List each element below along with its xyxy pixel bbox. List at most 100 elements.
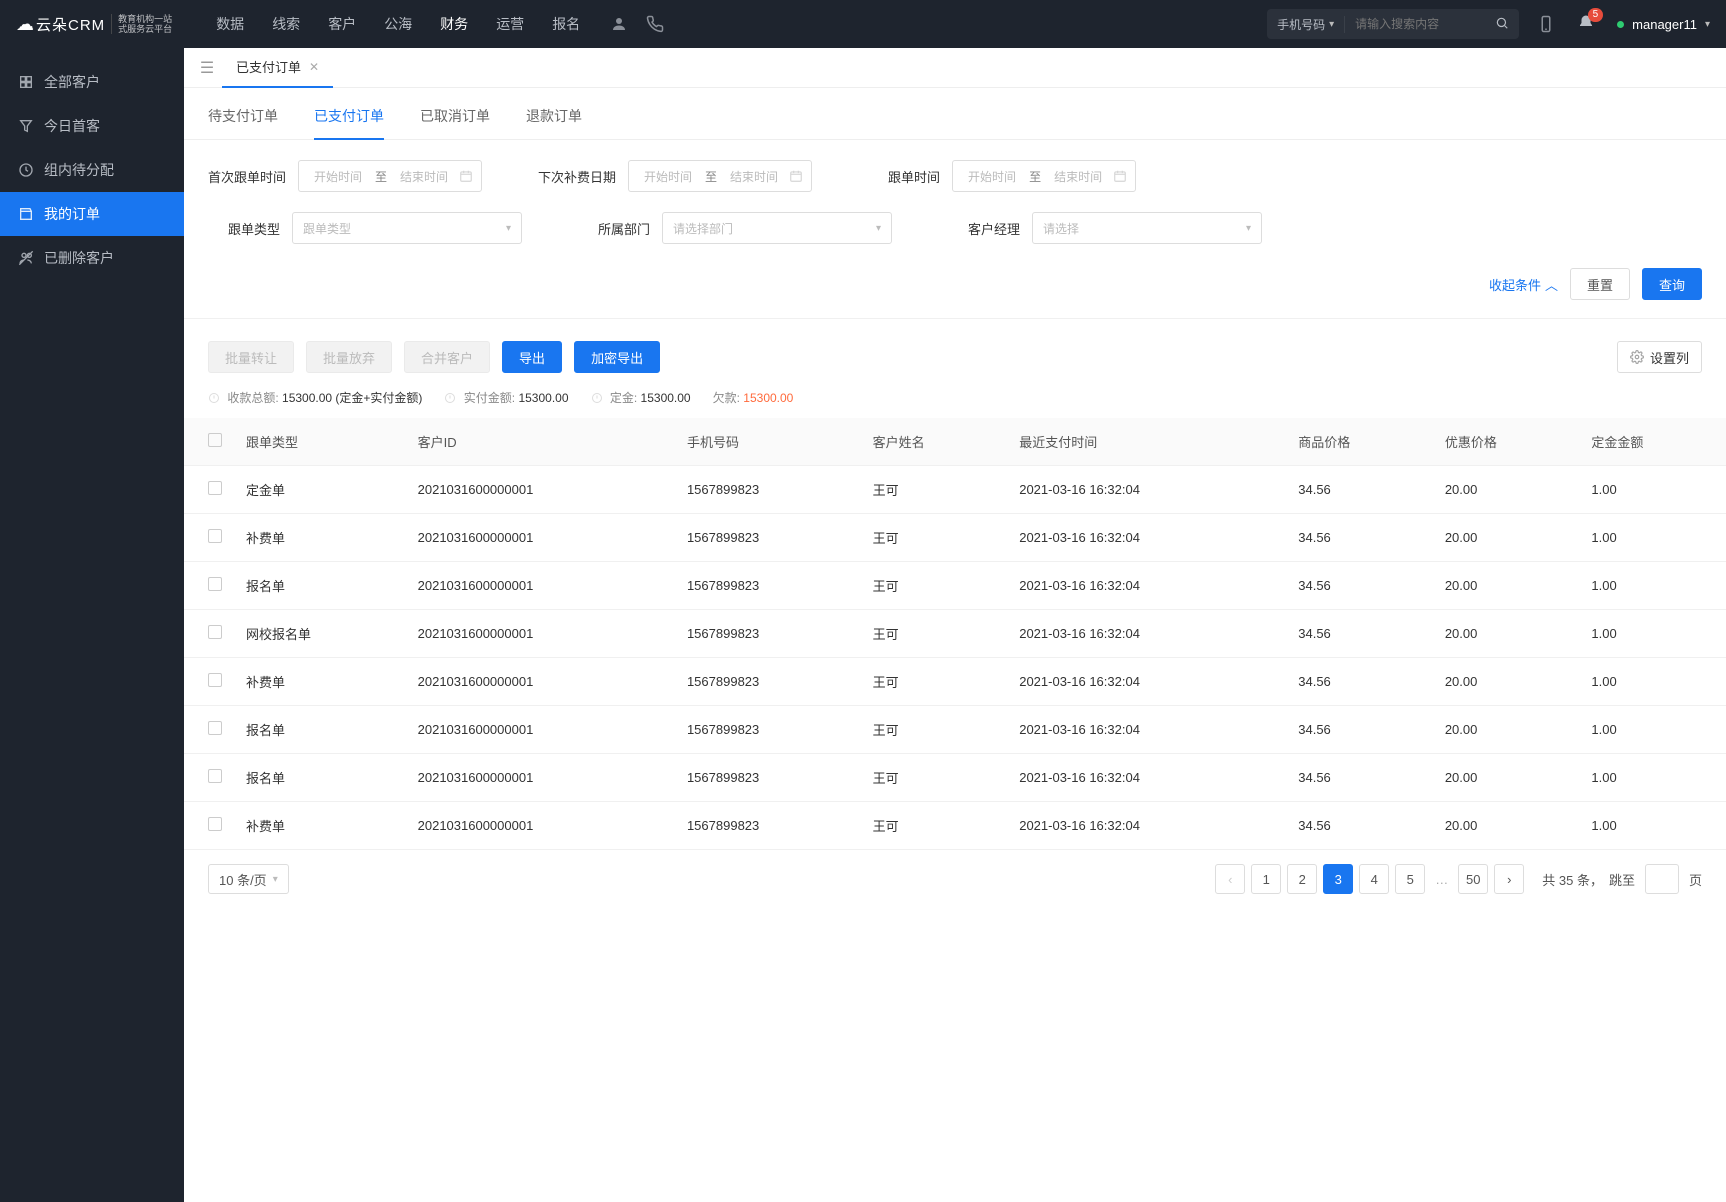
mobile-icon[interactable] <box>1537 15 1555 33</box>
top-nav-item[interactable]: 运营 <box>496 14 524 34</box>
sub-tab[interactable]: 退款订单 <box>526 106 582 139</box>
collapse-filters-link[interactable]: 收起条件 ︿ <box>1489 275 1558 294</box>
column-header: 定金金额 <box>1579 418 1726 466</box>
cell-price: 34.56 <box>1286 610 1433 658</box>
top-nav-item[interactable]: 数据 <box>216 14 244 34</box>
cell-pay-time: 2021-03-16 16:32:04 <box>1007 562 1286 610</box>
page-size-select[interactable]: 10 条/页 ▾ <box>208 864 289 894</box>
table-row[interactable]: 补费单20210316000000011567899823王可2021-03-1… <box>184 514 1726 562</box>
cell-name: 王可 <box>861 706 1008 754</box>
cell-cid: 2021031600000001 <box>406 754 675 802</box>
cell-pay-time: 2021-03-16 16:32:04 <box>1007 466 1286 514</box>
department-select[interactable]: 请选择部门 ▾ <box>662 212 892 244</box>
next-page-button[interactable]: › <box>1494 864 1524 894</box>
table-row[interactable]: 补费单20210316000000011567899823王可2021-03-1… <box>184 658 1726 706</box>
cell-price: 34.56 <box>1286 706 1433 754</box>
row-checkbox[interactable] <box>208 817 222 831</box>
query-button[interactable]: 查询 <box>1642 268 1702 300</box>
cell-cid: 2021031600000001 <box>406 466 675 514</box>
row-checkbox[interactable] <box>208 481 222 495</box>
cell-deposit: 1.00 <box>1579 658 1726 706</box>
page-button[interactable]: 3 <box>1323 864 1353 894</box>
cell-discount: 20.00 <box>1433 466 1580 514</box>
search-type-select[interactable]: 手机号码 ▾ <box>1267 16 1345 33</box>
sub-tab[interactable]: 待支付订单 <box>208 106 278 139</box>
prev-page-button[interactable]: ‹ <box>1215 864 1245 894</box>
set-columns-button[interactable]: 设置列 <box>1617 341 1702 373</box>
sidebar-item[interactable]: 我的订单 <box>0 192 184 236</box>
main-content: ☰ 已支付订单 ✕ 待支付订单 已支付订单 已取消订单 退款订单 首次跟单时间 开始时… <box>184 48 1726 1202</box>
sidebar-item-label: 组内待分配 <box>44 160 114 180</box>
batch-abandon-button[interactable]: 批量放弃 <box>306 341 392 373</box>
cell-phone: 1567899823 <box>675 562 861 610</box>
sub-tab[interactable]: 已支付订单 <box>314 106 384 140</box>
table-row[interactable]: 报名单20210316000000011567899823王可2021-03-1… <box>184 562 1726 610</box>
chevron-down-icon: ▾ <box>1329 19 1334 30</box>
next-pay-date-range[interactable]: 开始时间 至 结束时间 <box>628 160 812 192</box>
cell-cid: 2021031600000001 <box>406 802 675 850</box>
top-nav-item[interactable]: 公海 <box>384 14 412 34</box>
user-menu[interactable]: manager11 ▾ <box>1617 17 1710 32</box>
phone-icon[interactable] <box>646 15 664 33</box>
batch-transfer-button[interactable]: 批量转让 <box>208 341 294 373</box>
manager-select[interactable]: 请选择 ▾ <box>1032 212 1262 244</box>
sidebar-item[interactable]: 全部客户 <box>0 60 184 104</box>
calendar-icon <box>459 169 473 183</box>
cell-deposit: 1.00 <box>1579 514 1726 562</box>
info-icon <box>208 392 220 404</box>
sidebar-item[interactable]: 组内待分配 <box>0 148 184 192</box>
search-input[interactable] <box>1345 17 1495 31</box>
cell-cid: 2021031600000001 <box>406 562 675 610</box>
row-checkbox[interactable] <box>208 529 222 543</box>
follow-time-date-range[interactable]: 开始时间 至 结束时间 <box>952 160 1136 192</box>
cell-phone: 1567899823 <box>675 802 861 850</box>
row-checkbox[interactable] <box>208 673 222 687</box>
filter-label: 首次跟单时间 <box>208 167 286 186</box>
top-nav-item[interactable]: 财务 <box>440 14 468 34</box>
table-row[interactable]: 报名单20210316000000011567899823王可2021-03-1… <box>184 706 1726 754</box>
sidebar-item-label: 今日首客 <box>44 116 100 136</box>
follow-type-select[interactable]: 跟单类型 ▾ <box>292 212 522 244</box>
user-icon[interactable] <box>610 15 628 33</box>
top-nav-item[interactable]: 客户 <box>328 14 356 34</box>
filter-label: 下次补费日期 <box>538 167 616 186</box>
row-checkbox[interactable] <box>208 769 222 783</box>
notifications-button[interactable]: 5 <box>1577 14 1595 35</box>
cell-phone: 1567899823 <box>675 706 861 754</box>
page-button[interactable]: 4 <box>1359 864 1389 894</box>
sidebar-item[interactable]: 今日首客 <box>0 104 184 148</box>
column-header: 跟单类型 <box>234 418 406 466</box>
user-name: manager11 <box>1632 17 1697 32</box>
page-button[interactable]: 50 <box>1458 864 1488 894</box>
cell-cid: 2021031600000001 <box>406 514 675 562</box>
top-nav-item[interactable]: 报名 <box>552 14 580 34</box>
page-button[interactable]: 2 <box>1287 864 1317 894</box>
row-checkbox[interactable] <box>208 577 222 591</box>
row-checkbox[interactable] <box>208 721 222 735</box>
column-header: 商品价格 <box>1286 418 1433 466</box>
select-all-checkbox[interactable] <box>208 433 222 447</box>
table-row[interactable]: 补费单20210316000000011567899823王可2021-03-1… <box>184 802 1726 850</box>
sidebar-item[interactable]: 已删除客户 <box>0 236 184 280</box>
top-nav-item[interactable]: 线索 <box>272 14 300 34</box>
page-tab-paid-orders[interactable]: 已支付订单 ✕ <box>222 48 333 88</box>
close-icon[interactable]: ✕ <box>309 60 319 74</box>
first-follow-date-range[interactable]: 开始时间 至 结束时间 <box>298 160 482 192</box>
encrypted-export-button[interactable]: 加密导出 <box>574 341 660 373</box>
sidebar-icon <box>18 206 34 222</box>
jump-page-input[interactable] <box>1645 864 1679 894</box>
table-row[interactable]: 网校报名单20210316000000011567899823王可2021-03… <box>184 610 1726 658</box>
page-button[interactable]: 5 <box>1395 864 1425 894</box>
search-icon[interactable] <box>1495 16 1519 33</box>
sub-tab[interactable]: 已取消订单 <box>420 106 490 139</box>
merge-customer-button[interactable]: 合并客户 <box>404 341 490 373</box>
reset-button[interactable]: 重置 <box>1570 268 1630 300</box>
table-row[interactable]: 报名单20210316000000011567899823王可2021-03-1… <box>184 754 1726 802</box>
cell-name: 王可 <box>861 754 1008 802</box>
export-button[interactable]: 导出 <box>502 341 562 373</box>
table-row[interactable]: 定金单20210316000000011567899823王可2021-03-1… <box>184 466 1726 514</box>
row-checkbox[interactable] <box>208 625 222 639</box>
page-button[interactable]: 1 <box>1251 864 1281 894</box>
chevron-down-icon: ▾ <box>876 223 881 234</box>
sidebar-toggle[interactable]: ☰ <box>192 58 222 78</box>
